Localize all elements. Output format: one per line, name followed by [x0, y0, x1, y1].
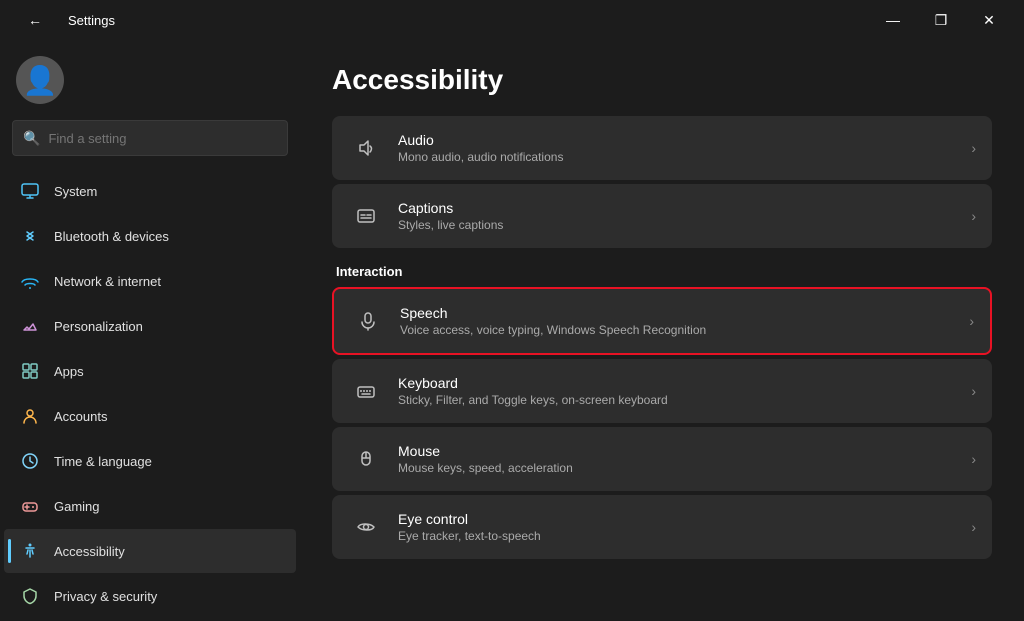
- titlebar-left: ← Settings: [12, 4, 115, 36]
- close-button[interactable]: ✕: [966, 4, 1012, 36]
- sidebar-item-label-personalization: Personalization: [54, 319, 143, 334]
- setting-card-text-keyboard: Keyboard Sticky, Filter, and Toggle keys,…: [398, 375, 971, 407]
- sidebar-item-label-apps: Apps: [54, 364, 84, 379]
- search-box[interactable]: 🔍: [12, 120, 288, 156]
- setting-card-desc-speech: Voice access, voice typing, Windows Spee…: [400, 323, 969, 337]
- gaming-icon: [20, 496, 40, 516]
- sidebar-item-accessibility[interactable]: Accessibility: [4, 529, 296, 573]
- sidebar-item-label-time: Time & language: [54, 454, 152, 469]
- sidebar-item-label-accounts: Accounts: [54, 409, 107, 424]
- sidebar-item-privacy[interactable]: Privacy & security: [4, 574, 296, 618]
- sidebar-item-network[interactable]: Network & internet: [4, 259, 296, 303]
- sidebar-item-system[interactable]: System: [4, 169, 296, 213]
- section-label: Interaction: [336, 264, 992, 279]
- search-icon: 🔍: [23, 130, 40, 147]
- setting-card-text-audio: Audio Mono audio, audio notifications: [398, 132, 971, 164]
- maximize-button[interactable]: ❐: [918, 4, 964, 36]
- page-title: Accessibility: [332, 64, 992, 96]
- chevron-right-icon: ›: [971, 519, 976, 535]
- captions-icon: [348, 198, 384, 234]
- setting-card-keyboard[interactable]: Keyboard Sticky, Filter, and Toggle keys,…: [332, 359, 992, 423]
- setting-card-mouse[interactable]: Mouse Mouse keys, speed, acceleration›: [332, 427, 992, 491]
- keyboard-icon: [348, 373, 384, 409]
- nav-items: System Bluetooth & devices Network & inter…: [0, 168, 300, 621]
- network-icon: [20, 271, 40, 291]
- system-icon: [20, 181, 40, 201]
- eye-control-icon: [348, 509, 384, 545]
- sidebar-item-label-bluetooth: Bluetooth & devices: [54, 229, 169, 244]
- setting-card-title-eye-control: Eye control: [398, 511, 971, 527]
- app-title: Settings: [68, 13, 115, 28]
- setting-card-title-captions: Captions: [398, 200, 971, 216]
- sidebar-item-accounts[interactable]: Accounts: [4, 394, 296, 438]
- chevron-right-icon: ›: [969, 313, 974, 329]
- setting-card-title-audio: Audio: [398, 132, 971, 148]
- chevron-right-icon: ›: [971, 208, 976, 224]
- apps-icon: [20, 361, 40, 381]
- setting-card-desc-keyboard: Sticky, Filter, and Toggle keys, on-scre…: [398, 393, 971, 407]
- back-button[interactable]: ←: [12, 4, 58, 36]
- titlebar: ← Settings — ❐ ✕: [0, 0, 1024, 40]
- setting-card-text-eye-control: Eye control Eye tracker, text-to-speech: [398, 511, 971, 543]
- audio-icon: [348, 130, 384, 166]
- privacy-icon: [20, 586, 40, 606]
- setting-card-desc-eye-control: Eye tracker, text-to-speech: [398, 529, 971, 543]
- mouse-icon: [348, 441, 384, 477]
- titlebar-controls: — ❐ ✕: [870, 4, 1012, 36]
- setting-card-desc-mouse: Mouse keys, speed, acceleration: [398, 461, 971, 475]
- setting-card-title-mouse: Mouse: [398, 443, 971, 459]
- setting-card-text-captions: Captions Styles, live captions: [398, 200, 971, 232]
- setting-card-audio[interactable]: Audio Mono audio, audio notifications›: [332, 116, 992, 180]
- accounts-icon: [20, 406, 40, 426]
- chevron-right-icon: ›: [971, 383, 976, 399]
- sections-container: AudioMono audio, audio notifications›Cap…: [332, 116, 992, 559]
- sidebar-item-label-system: System: [54, 184, 97, 199]
- sidebar-item-label-network: Network & internet: [54, 274, 161, 289]
- sidebar: 👤 🔍 System Bluetooth & devices Network & i…: [0, 40, 300, 621]
- sidebar-item-bluetooth[interactable]: Bluetooth & devices: [4, 214, 296, 258]
- avatar-icon: 👤: [23, 64, 58, 97]
- user-profile[interactable]: 👤: [0, 40, 300, 116]
- bluetooth-icon: [20, 226, 40, 246]
- search-container: 🔍: [0, 116, 300, 168]
- search-input[interactable]: [48, 131, 277, 146]
- chevron-right-icon: ›: [971, 451, 976, 467]
- sidebar-item-apps[interactable]: Apps: [4, 349, 296, 393]
- setting-card-text-mouse: Mouse Mouse keys, speed, acceleration: [398, 443, 971, 475]
- personalization-icon: [20, 316, 40, 336]
- sidebar-item-label-accessibility: Accessibility: [54, 544, 125, 559]
- sidebar-item-personalization[interactable]: Personalization: [4, 304, 296, 348]
- setting-card-title-speech: Speech: [400, 305, 969, 321]
- accessibility-icon: [20, 541, 40, 561]
- main-content: Accessibility Audio Mono audio, audio not…: [300, 40, 1024, 621]
- time-icon: [20, 451, 40, 471]
- setting-card-text-speech: Speech Voice access, voice typing, Window…: [400, 305, 969, 337]
- speech-icon: [350, 303, 386, 339]
- app-body: 👤 🔍 System Bluetooth & devices Network & i…: [0, 40, 1024, 621]
- setting-card-title-keyboard: Keyboard: [398, 375, 971, 391]
- sidebar-item-label-privacy: Privacy & security: [54, 589, 157, 604]
- setting-card-desc-audio: Mono audio, audio notifications: [398, 150, 971, 164]
- minimize-button[interactable]: —: [870, 4, 916, 36]
- setting-card-desc-captions: Styles, live captions: [398, 218, 971, 232]
- avatar: 👤: [16, 56, 64, 104]
- setting-card-speech[interactable]: Speech Voice access, voice typing, Window…: [332, 287, 992, 355]
- sidebar-item-label-gaming: Gaming: [54, 499, 100, 514]
- sidebar-item-gaming[interactable]: Gaming: [4, 484, 296, 528]
- sidebar-item-time[interactable]: Time & language: [4, 439, 296, 483]
- setting-card-captions[interactable]: Captions Styles, live captions›: [332, 184, 992, 248]
- setting-card-eye-control[interactable]: Eye control Eye tracker, text-to-speech›: [332, 495, 992, 559]
- chevron-right-icon: ›: [971, 140, 976, 156]
